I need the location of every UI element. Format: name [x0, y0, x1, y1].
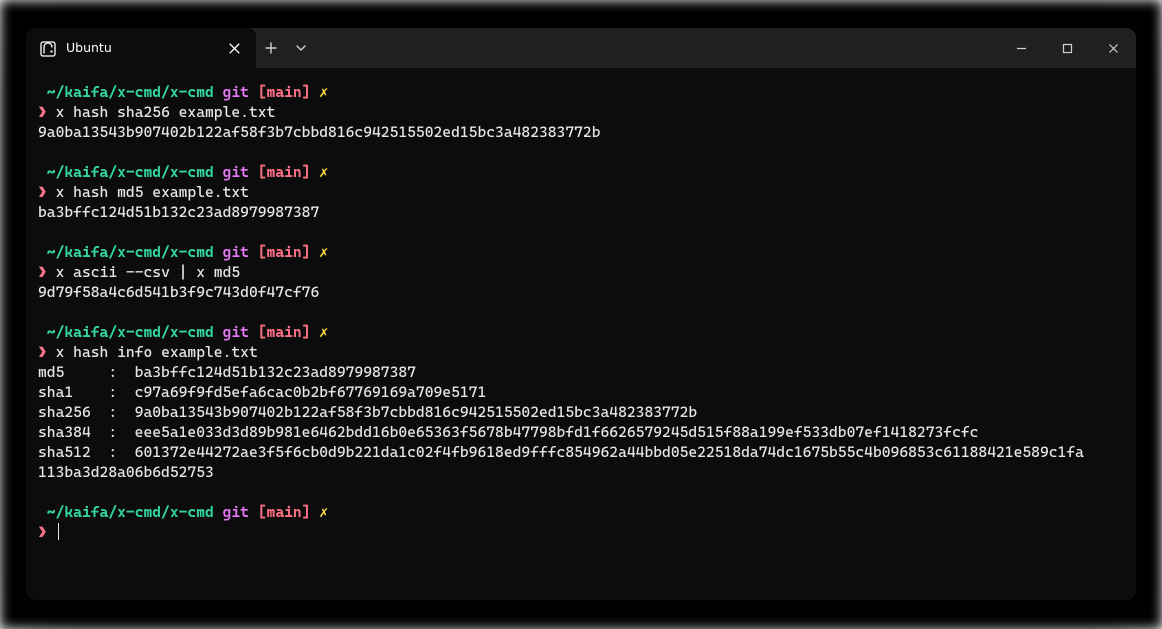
tab-dropdown-button[interactable] [286, 28, 316, 68]
command-line: ❯ [38, 522, 1124, 542]
prompt-line: ~/kaifa/x-cmd/x-cmd git [main] ✗ [38, 162, 1124, 182]
prompt-line: ~/kaifa/x-cmd/x-cmd git [main] ✗ [38, 82, 1124, 102]
output-line: 113ba3d28a06b6d52753 [38, 462, 1124, 482]
command-line: ❯ x hash sha256 example.txt [38, 102, 1124, 122]
terminal-window: Ubuntu ~/kaifa/x-cmd/x-cmd git [26, 28, 1136, 600]
prompt-line: ~/kaifa/x-cmd/x-cmd git [main] ✗ [38, 502, 1124, 522]
output-line: md5 : ba3bffc124d51b132c23ad8979987387 [38, 362, 1124, 382]
prompt-line: ~/kaifa/x-cmd/x-cmd git [main] ✗ [38, 242, 1124, 262]
output-line: ba3bffc124d51b132c23ad8979987387 [38, 202, 1124, 222]
window-titlebar[interactable]: Ubuntu [26, 28, 1136, 68]
cursor [58, 523, 59, 540]
window-minimize-button[interactable] [998, 28, 1044, 68]
output-line: 9d79f58a4c6d541b3f9c743d0f47cf76 [38, 282, 1124, 302]
terminal-viewport[interactable]: ~/kaifa/x-cmd/x-cmd git [main] ✗❯ x hash… [26, 68, 1136, 600]
output-line: sha256 : 9a0ba13543b907402b122af58f3b7cb… [38, 402, 1124, 422]
output-line: sha1 : c97a69f9fd5efa6cac0b2bf67769169a7… [38, 382, 1124, 402]
tab-close-button[interactable] [229, 43, 240, 54]
output-line: sha512 : 601372e44272ae3f5f6cb0d9b221da1… [38, 442, 1124, 462]
ubuntu-icon [40, 41, 56, 57]
tab-title: Ubuntu [66, 42, 112, 55]
output-line: sha384 : eee5a1e033d3d89b981e6462bdd16b0… [38, 422, 1124, 442]
window-close-button[interactable] [1090, 28, 1136, 68]
tab-ubuntu[interactable]: Ubuntu [26, 28, 256, 68]
output-line: 9a0ba13543b907402b122af58f3b7cbbd816c942… [38, 122, 1124, 142]
command-line: ❯ x hash md5 example.txt [38, 182, 1124, 202]
window-maximize-button[interactable] [1044, 28, 1090, 68]
command-line: ❯ x ascii --csv | x md5 [38, 262, 1124, 282]
prompt-line: ~/kaifa/x-cmd/x-cmd git [main] ✗ [38, 322, 1124, 342]
command-line: ❯ x hash info example.txt [38, 342, 1124, 362]
